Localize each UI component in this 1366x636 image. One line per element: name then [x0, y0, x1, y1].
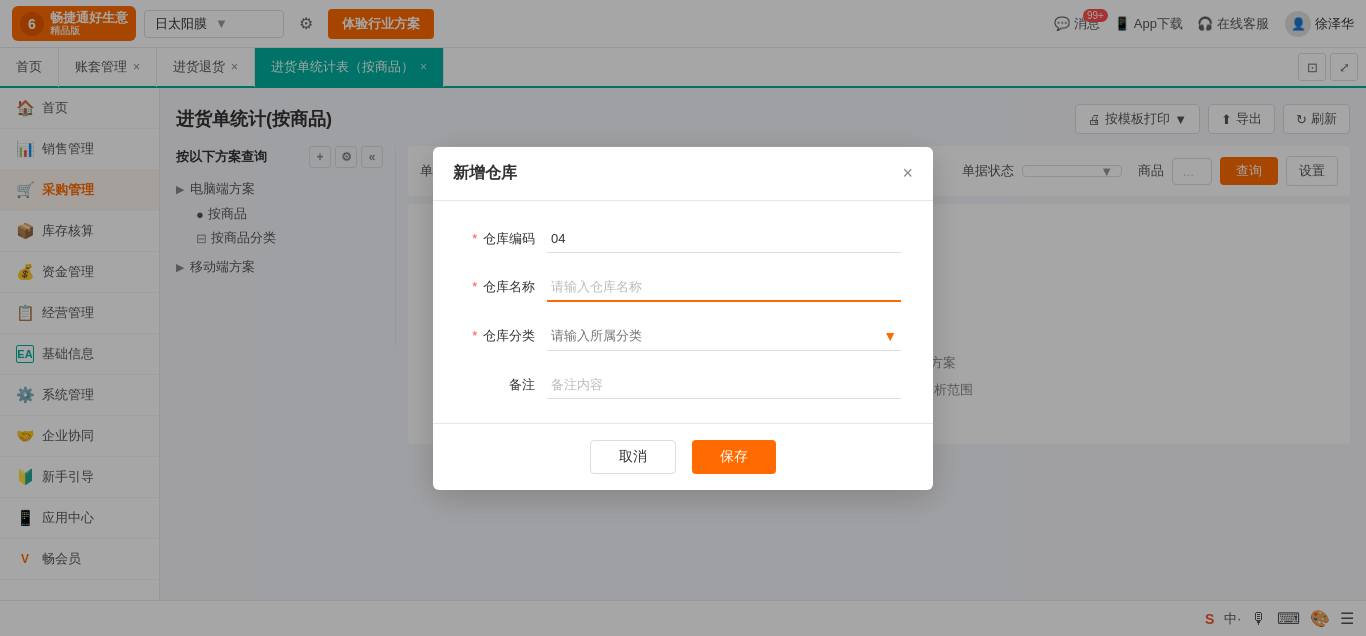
modal-close-icon[interactable]: ×	[902, 163, 913, 184]
form-row-category: * 仓库分类 ▼	[465, 322, 901, 351]
modal-title: 新增仓库	[453, 163, 517, 184]
form-row-note: 备注	[465, 371, 901, 399]
modal-footer: 取消 保存	[433, 423, 933, 490]
modal-overlay: 新增仓库 × * 仓库编码 * 仓库名称 * 仓库分	[0, 0, 1366, 636]
category-dropdown-icon[interactable]: ▼	[883, 328, 897, 344]
name-input[interactable]	[547, 273, 901, 302]
name-label: * 仓库名称	[465, 278, 535, 296]
code-label: * 仓库编码	[465, 230, 535, 248]
code-input[interactable]	[547, 225, 901, 253]
form-row-code: * 仓库编码	[465, 225, 901, 253]
form-row-name: * 仓库名称	[465, 273, 901, 302]
category-label: * 仓库分类	[465, 327, 535, 345]
note-input[interactable]	[547, 371, 901, 399]
category-input[interactable]	[551, 328, 883, 343]
cancel-button[interactable]: 取消	[590, 440, 676, 474]
note-label: 备注	[465, 376, 535, 394]
category-select[interactable]: ▼	[547, 322, 901, 351]
add-warehouse-modal: 新增仓库 × * 仓库编码 * 仓库名称 * 仓库分	[433, 147, 933, 490]
modal-body: * 仓库编码 * 仓库名称 * 仓库分类 ▼	[433, 201, 933, 423]
modal-header: 新增仓库 ×	[433, 147, 933, 201]
save-button[interactable]: 保存	[692, 440, 776, 474]
